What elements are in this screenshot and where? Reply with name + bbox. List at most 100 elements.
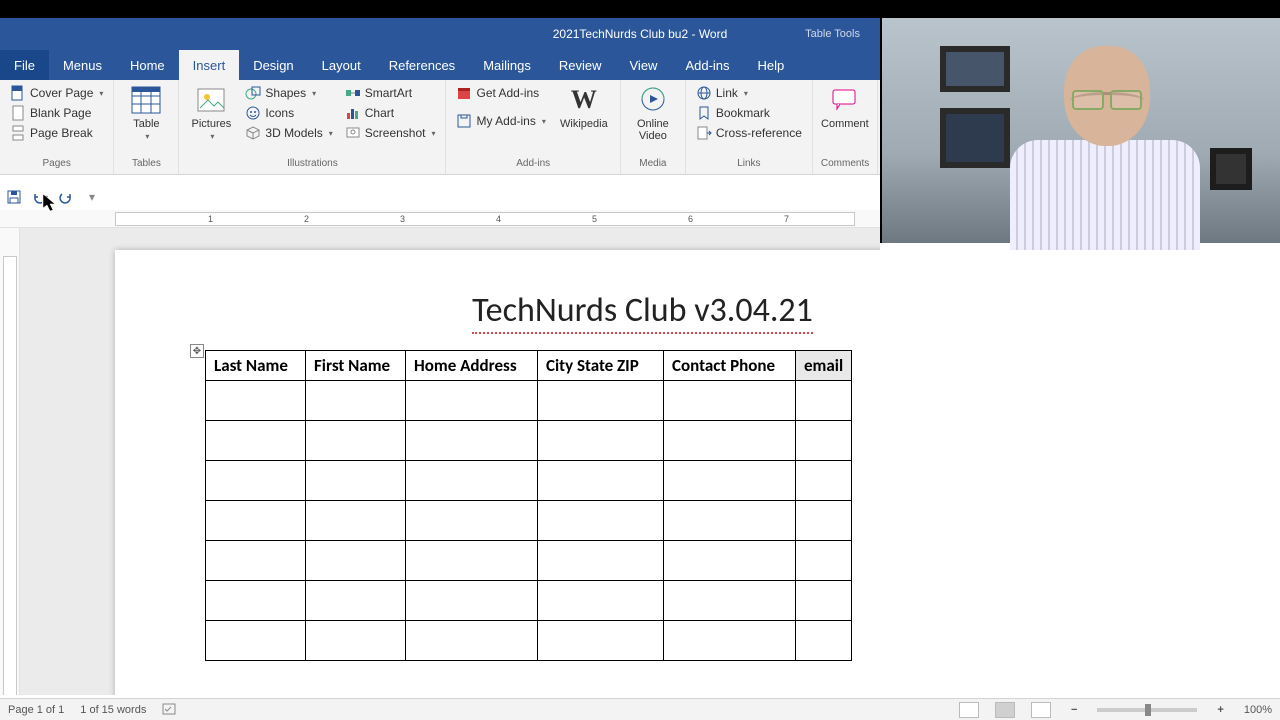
cross-reference-button[interactable]: Cross-reference (694, 124, 804, 142)
tab-mailings[interactable]: Mailings (469, 50, 545, 80)
table-row[interactable] (206, 381, 852, 421)
table-header[interactable]: email (796, 351, 852, 381)
tab-design[interactable]: Design (239, 50, 307, 80)
document-heading[interactable]: TechNurds Club v3.04.21 (115, 290, 880, 331)
ruler-vertical[interactable] (0, 228, 20, 695)
zoom-slider[interactable] (1097, 708, 1197, 712)
table-header[interactable]: Contact Phone (664, 351, 796, 381)
table-cell[interactable] (664, 461, 796, 501)
table-cell[interactable] (664, 381, 796, 421)
redo-button[interactable] (58, 189, 74, 205)
table-cell[interactable] (538, 501, 664, 541)
table-header[interactable]: Home Address (406, 351, 538, 381)
my-addins-button[interactable]: My Add-ins▾ (454, 112, 547, 130)
zoom-in[interactable]: + (1213, 704, 1227, 716)
table-cell[interactable] (538, 421, 664, 461)
table-cell[interactable] (306, 421, 406, 461)
table-cell[interactable] (664, 621, 796, 661)
table-cell[interactable] (206, 581, 306, 621)
table-button[interactable]: Table▾ (122, 84, 170, 141)
table-row[interactable] (206, 541, 852, 581)
spellcheck-icon[interactable] (162, 703, 178, 717)
table-header[interactable]: City State ZIP (538, 351, 664, 381)
table-row[interactable] (206, 461, 852, 501)
table-cell[interactable] (406, 621, 538, 661)
tab-insert[interactable]: Insert (179, 50, 240, 80)
tab-review[interactable]: Review (545, 50, 616, 80)
blank-page-button[interactable]: Blank Page (8, 104, 105, 122)
tab-home[interactable]: Home (116, 50, 179, 80)
link-button[interactable]: Link▾ (694, 84, 804, 102)
3d-models-button[interactable]: 3D Models▾ (243, 124, 334, 142)
table-cell[interactable] (306, 581, 406, 621)
table-cell[interactable] (206, 461, 306, 501)
table-cell[interactable] (538, 461, 664, 501)
table-cell[interactable] (306, 461, 406, 501)
table-cell[interactable] (206, 421, 306, 461)
table-cell[interactable] (796, 581, 852, 621)
status-words[interactable]: 1 of 15 words (80, 704, 146, 716)
table-header[interactable]: First Name (306, 351, 406, 381)
view-read-mode[interactable] (959, 702, 979, 718)
table-cell[interactable] (796, 541, 852, 581)
shapes-button[interactable]: Shapes▾ (243, 84, 334, 102)
table-row[interactable] (206, 621, 852, 661)
document-table[interactable]: Last Name First Name Home Address City S… (205, 350, 852, 661)
bookmark-button[interactable]: Bookmark (694, 104, 804, 122)
get-addins-button[interactable]: Get Add-ins (454, 84, 547, 102)
tab-addins[interactable]: Add-ins (671, 50, 743, 80)
tab-help[interactable]: Help (744, 50, 799, 80)
table-row[interactable] (206, 501, 852, 541)
table-cell[interactable] (538, 621, 664, 661)
icons-button[interactable]: Icons (243, 104, 334, 122)
table-cell[interactable] (406, 421, 538, 461)
table-cell[interactable] (306, 541, 406, 581)
table-move-handle[interactable]: ✥ (190, 344, 204, 358)
cover-page-button[interactable]: Cover Page▾ (8, 84, 105, 102)
table-row[interactable] (206, 581, 852, 621)
table-cell[interactable] (406, 581, 538, 621)
table-cell[interactable] (796, 501, 852, 541)
save-button[interactable] (6, 189, 22, 205)
table-header-row[interactable]: Last Name First Name Home Address City S… (206, 351, 852, 381)
table-cell[interactable] (406, 461, 538, 501)
table-cell[interactable] (206, 381, 306, 421)
online-video-button[interactable]: OnlineVideo (629, 84, 677, 142)
zoom-out[interactable]: − (1067, 704, 1081, 716)
table-cell[interactable] (664, 541, 796, 581)
table-row[interactable] (206, 421, 852, 461)
table-cell[interactable] (664, 421, 796, 461)
zoom-level[interactable]: 100% (1244, 704, 1272, 716)
page-break-button[interactable]: Page Break (8, 124, 105, 142)
tab-view[interactable]: View (616, 50, 672, 80)
table-cell[interactable] (406, 501, 538, 541)
pictures-button[interactable]: Pictures▾ (187, 84, 235, 141)
table-cell[interactable] (406, 541, 538, 581)
tab-file[interactable]: File (0, 50, 49, 80)
qat-customize[interactable]: ▾ (84, 189, 100, 205)
table-cell[interactable] (538, 541, 664, 581)
table-cell[interactable] (306, 621, 406, 661)
tab-layout[interactable]: Layout (308, 50, 375, 80)
table-cell[interactable] (538, 381, 664, 421)
table-cell[interactable] (796, 621, 852, 661)
document-area[interactable]: TechNurds Club v3.04.21 ✥ Last Name Firs… (0, 228, 880, 695)
table-header[interactable]: Last Name (206, 351, 306, 381)
tab-menus[interactable]: Menus (49, 50, 116, 80)
table-cell[interactable] (206, 541, 306, 581)
table-cell[interactable] (664, 581, 796, 621)
wikipedia-button[interactable]: W Wikipedia (556, 84, 612, 130)
smartart-button[interactable]: SmartArt (343, 84, 438, 102)
document-page[interactable]: TechNurds Club v3.04.21 ✥ Last Name Firs… (115, 250, 880, 695)
view-web-layout[interactable] (1031, 702, 1051, 718)
tab-references[interactable]: References (375, 50, 469, 80)
table-cell[interactable] (796, 421, 852, 461)
table-cell[interactable] (206, 621, 306, 661)
screenshot-button[interactable]: Screenshot▾ (343, 124, 438, 142)
table-cell[interactable] (206, 501, 306, 541)
table-cell[interactable] (796, 461, 852, 501)
undo-button[interactable]: ▾ (32, 189, 48, 205)
status-page[interactable]: Page 1 of 1 (8, 704, 64, 716)
table-cell[interactable] (538, 581, 664, 621)
table-cell[interactable] (664, 501, 796, 541)
